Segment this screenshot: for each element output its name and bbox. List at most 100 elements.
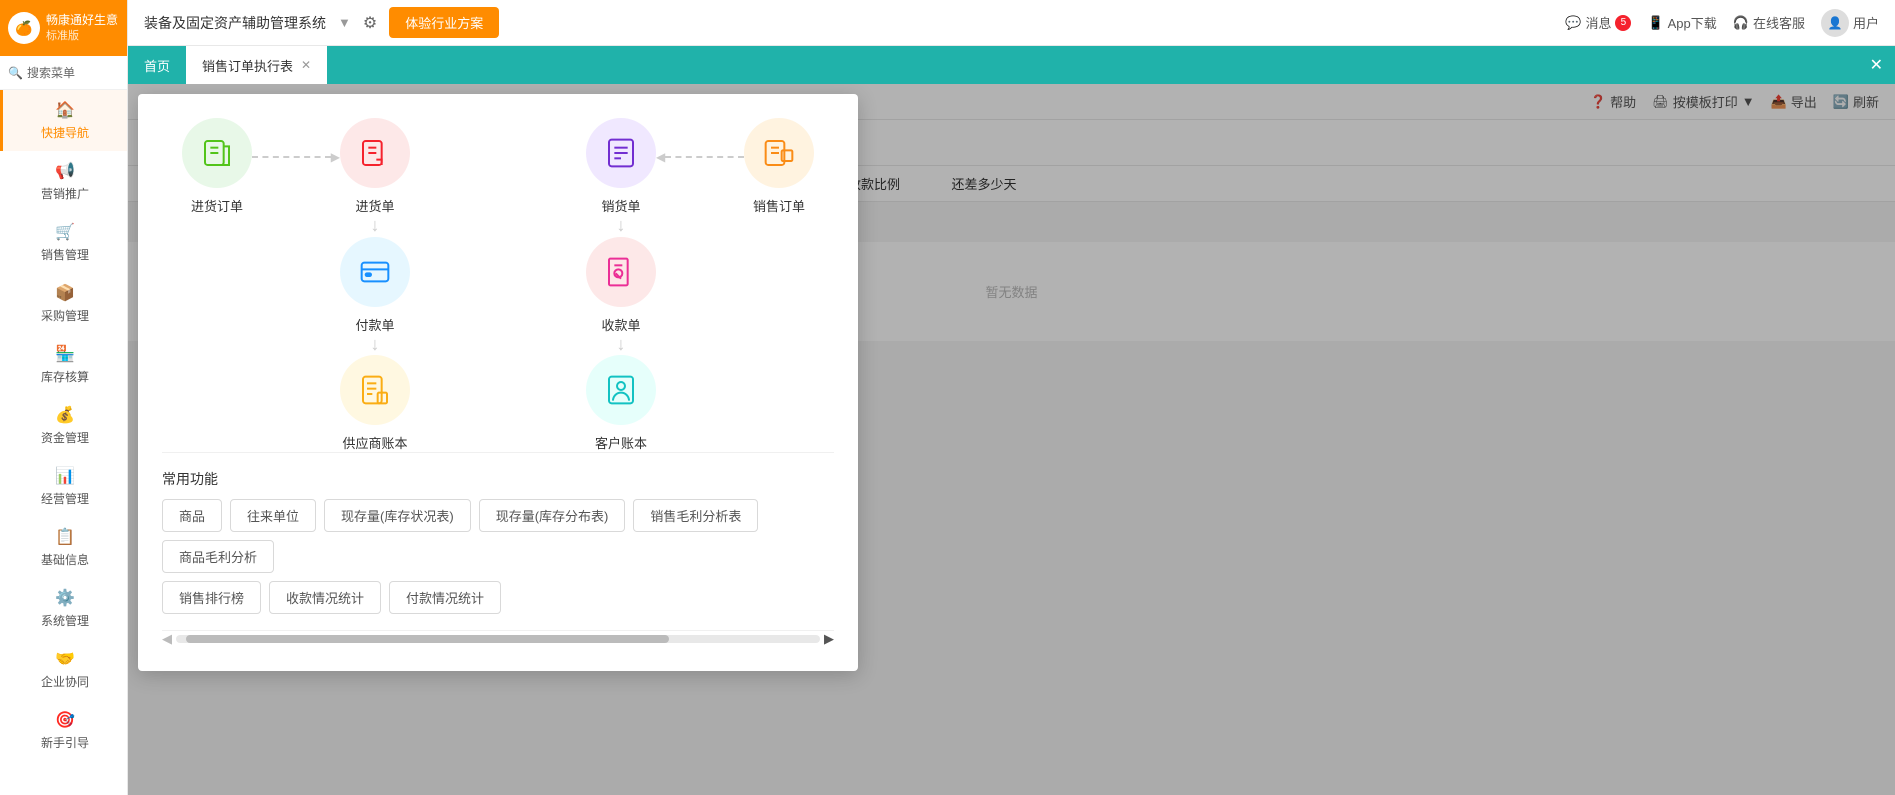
func-btn-product[interactable]: 商品 bbox=[162, 499, 222, 532]
sidebar-item-newbie[interactable]: 🎯 新手引导 bbox=[0, 700, 127, 761]
sidebar-menu: 🏠 快捷导航 📢 营销推广 🛒 销售管理 📦 采购管理 🏪 库存核算 💰 bbox=[0, 90, 127, 795]
scroll-thumb[interactable] bbox=[186, 635, 669, 643]
flow-item-payment[interactable]: 付款单 bbox=[340, 237, 410, 334]
flow-item-receipt[interactable]: 收款单 bbox=[586, 237, 656, 334]
enterprise-icon: 🤝 bbox=[55, 649, 75, 669]
sidebar-item-basic-info[interactable]: 📋 基础信息 bbox=[0, 517, 127, 578]
logo-icon: 🍊 bbox=[8, 12, 40, 44]
common-functions: 常用功能 商品 往来单位 现存量(库存状况表) 现存量(库存分布表) 销售毛利分… bbox=[162, 452, 834, 614]
newbie-icon: 🎯 bbox=[55, 710, 75, 730]
arrow-down-purchase: ↓ bbox=[340, 215, 410, 237]
flow-item-purchase-order[interactable]: 进货订单 bbox=[182, 118, 252, 215]
arrow-1: ▶ bbox=[252, 150, 340, 164]
payment-icon bbox=[340, 237, 410, 307]
sidebar-item-operations[interactable]: 📊 经营管理 bbox=[0, 456, 127, 517]
flow-diagram: 进货订单 ▶ 进货单 bbox=[162, 118, 834, 452]
logo: 🍊 畅康通好生意 标准版 bbox=[0, 0, 127, 56]
sidebar-item-enterprise[interactable]: 🤝 企业协同 bbox=[0, 639, 127, 700]
user-item[interactable]: 👤 用户 bbox=[1821, 9, 1879, 37]
marketing-icon: 📢 bbox=[55, 161, 75, 181]
common-funcs-title: 常用功能 bbox=[162, 469, 834, 489]
func-btn-sales-margin[interactable]: 销售毛利分析表 bbox=[633, 499, 758, 532]
sidebar-item-finance[interactable]: 💰 资金管理 bbox=[0, 395, 127, 456]
func-btn-counterpart[interactable]: 往来单位 bbox=[230, 499, 316, 532]
customer-ledger-icon bbox=[586, 355, 656, 425]
func-btn-stock-dist[interactable]: 现存量(库存分布表) bbox=[479, 499, 626, 532]
sidebar-item-quick-nav[interactable]: 🏠 快捷导航 bbox=[0, 90, 127, 151]
flow-item-sales-order[interactable]: 销售订单 bbox=[744, 118, 814, 215]
scroll-track bbox=[176, 635, 820, 643]
message-item[interactable]: 💬 消息 5 bbox=[1565, 13, 1631, 32]
flow-item-purchase-receipt[interactable]: 进货单 bbox=[340, 118, 410, 215]
operations-icon: 📊 bbox=[55, 466, 75, 486]
modal-scrollbar: ◀ ▶ bbox=[162, 630, 834, 647]
flow-row-2: 付款单 收款单 bbox=[162, 237, 834, 334]
sidebar: 🍊 畅康通好生意 标准版 🔍 搜索菜单 🏠 快捷导航 📢 营销推广 🛒 销售管理 bbox=[0, 0, 128, 795]
logo-text: 畅康通好生意 标准版 bbox=[46, 13, 118, 43]
basic-info-icon: 📋 bbox=[55, 527, 75, 547]
func-btn-product-margin[interactable]: 商品毛利分析 bbox=[162, 540, 274, 573]
tab-bar: 首页 销售订单执行表 ✕ ✕ bbox=[128, 46, 1895, 84]
inventory-icon: 🏪 bbox=[55, 344, 75, 364]
sidebar-item-marketing[interactable]: 📢 营销推广 bbox=[0, 151, 127, 212]
sidebar-item-inventory[interactable]: 🏪 库存核算 bbox=[0, 334, 127, 395]
main: 装备及固定资产辅助管理系统 ▼ ⚙ 体验行业方案 💬 消息 5 📱 App下载 … bbox=[128, 0, 1895, 795]
arrow-down-receipt: ↓ bbox=[586, 334, 656, 356]
message-badge: 5 bbox=[1615, 15, 1631, 31]
supplier-ledger-icon bbox=[340, 355, 410, 425]
sales-order-icon bbox=[744, 118, 814, 188]
online-service-item[interactable]: 🎧 在线客服 bbox=[1733, 13, 1805, 32]
headset-icon: 🎧 bbox=[1733, 15, 1749, 31]
func-buttons-group: 商品 往来单位 现存量(库存状况表) 现存量(库存分布表) 销售毛利分析表 商品… bbox=[162, 499, 834, 573]
sales-icon: 🛒 bbox=[55, 222, 75, 242]
flow-item-customer-ledger[interactable]: 客户账本 bbox=[586, 355, 656, 452]
func-buttons-group-2: 销售排行榜 收款情况统计 付款情况统计 bbox=[162, 581, 834, 614]
sidebar-item-system[interactable]: ⚙️ 系统管理 bbox=[0, 578, 127, 639]
modal-overlay[interactable]: 进货订单 ▶ 进货单 bbox=[128, 84, 1895, 795]
tab-sales-order[interactable]: 销售订单执行表 ✕ bbox=[186, 46, 327, 84]
scroll-right-icon[interactable]: ▶ bbox=[824, 631, 834, 647]
search-menu[interactable]: 🔍 搜索菜单 bbox=[0, 56, 127, 90]
search-icon: 🔍 bbox=[8, 66, 23, 80]
app-download-icon: 📱 bbox=[1647, 15, 1663, 31]
purchase-receipt-icon bbox=[340, 118, 410, 188]
app-container: 🍊 畅康通好生意 标准版 🔍 搜索菜单 🏠 快捷导航 📢 营销推广 🛒 销售管理 bbox=[0, 0, 1895, 795]
flow-row-3: 供应商账本 客户账本 bbox=[162, 355, 834, 452]
purchase-order-icon bbox=[182, 118, 252, 188]
flow-item-sales-receipt[interactable]: 销货单 bbox=[586, 118, 656, 215]
flow-arrows-down-2: ↓ ↓ bbox=[162, 334, 834, 356]
arrow-2: ◀ bbox=[656, 150, 744, 164]
func-btn-receipt-stats[interactable]: 收款情况统计 bbox=[269, 581, 381, 614]
app-download-item[interactable]: 📱 App下载 bbox=[1647, 13, 1716, 32]
settings-icon[interactable]: ⚙ bbox=[363, 13, 377, 33]
system-icon: ⚙️ bbox=[55, 588, 75, 608]
home-icon: 🏠 bbox=[55, 100, 75, 120]
func-btn-sales-rank[interactable]: 销售排行榜 bbox=[162, 581, 261, 614]
flow-row-1: 进货订单 ▶ 进货单 bbox=[162, 118, 834, 215]
header-right: 💬 消息 5 📱 App下载 🎧 在线客服 👤 用户 bbox=[1565, 9, 1879, 37]
arrow-down-sales: ↓ bbox=[586, 215, 656, 237]
sidebar-item-purchase[interactable]: 📦 采购管理 bbox=[0, 273, 127, 334]
sidebar-item-sales[interactable]: 🛒 销售管理 bbox=[0, 212, 127, 273]
system-name: 装备及固定资产辅助管理系统 bbox=[144, 13, 326, 33]
tab-close-icon[interactable]: ✕ bbox=[301, 58, 311, 72]
tab-bar-close-icon[interactable]: ✕ bbox=[1858, 55, 1895, 75]
flow-item-supplier-ledger[interactable]: 供应商账本 bbox=[340, 355, 410, 452]
scroll-left-icon[interactable]: ◀ bbox=[162, 631, 172, 647]
content-area: ❓ 帮助 🖨 按模板打印 ▼ 📤 导出 🔄 刷新 bbox=[128, 84, 1895, 795]
finance-icon: 💰 bbox=[55, 405, 75, 425]
dropdown-icon[interactable]: ▼ bbox=[338, 15, 351, 30]
trial-button[interactable]: 体验行业方案 bbox=[389, 7, 499, 38]
flow-arrows-down-1: ↓ ↓ bbox=[162, 215, 834, 237]
tab-home[interactable]: 首页 bbox=[128, 46, 186, 84]
message-icon: 💬 bbox=[1565, 15, 1581, 31]
modal: 进货订单 ▶ 进货单 bbox=[138, 94, 858, 671]
avatar: 👤 bbox=[1821, 9, 1849, 37]
top-header: 装备及固定资产辅助管理系统 ▼ ⚙ 体验行业方案 💬 消息 5 📱 App下载 … bbox=[128, 0, 1895, 46]
func-btn-stock-status[interactable]: 现存量(库存状况表) bbox=[324, 499, 471, 532]
arrow-down-payment: ↓ bbox=[340, 334, 410, 356]
receipt-icon bbox=[586, 237, 656, 307]
func-btn-payment-stats[interactable]: 付款情况统计 bbox=[389, 581, 501, 614]
purchase-icon: 📦 bbox=[55, 283, 75, 303]
sales-receipt-icon bbox=[586, 118, 656, 188]
